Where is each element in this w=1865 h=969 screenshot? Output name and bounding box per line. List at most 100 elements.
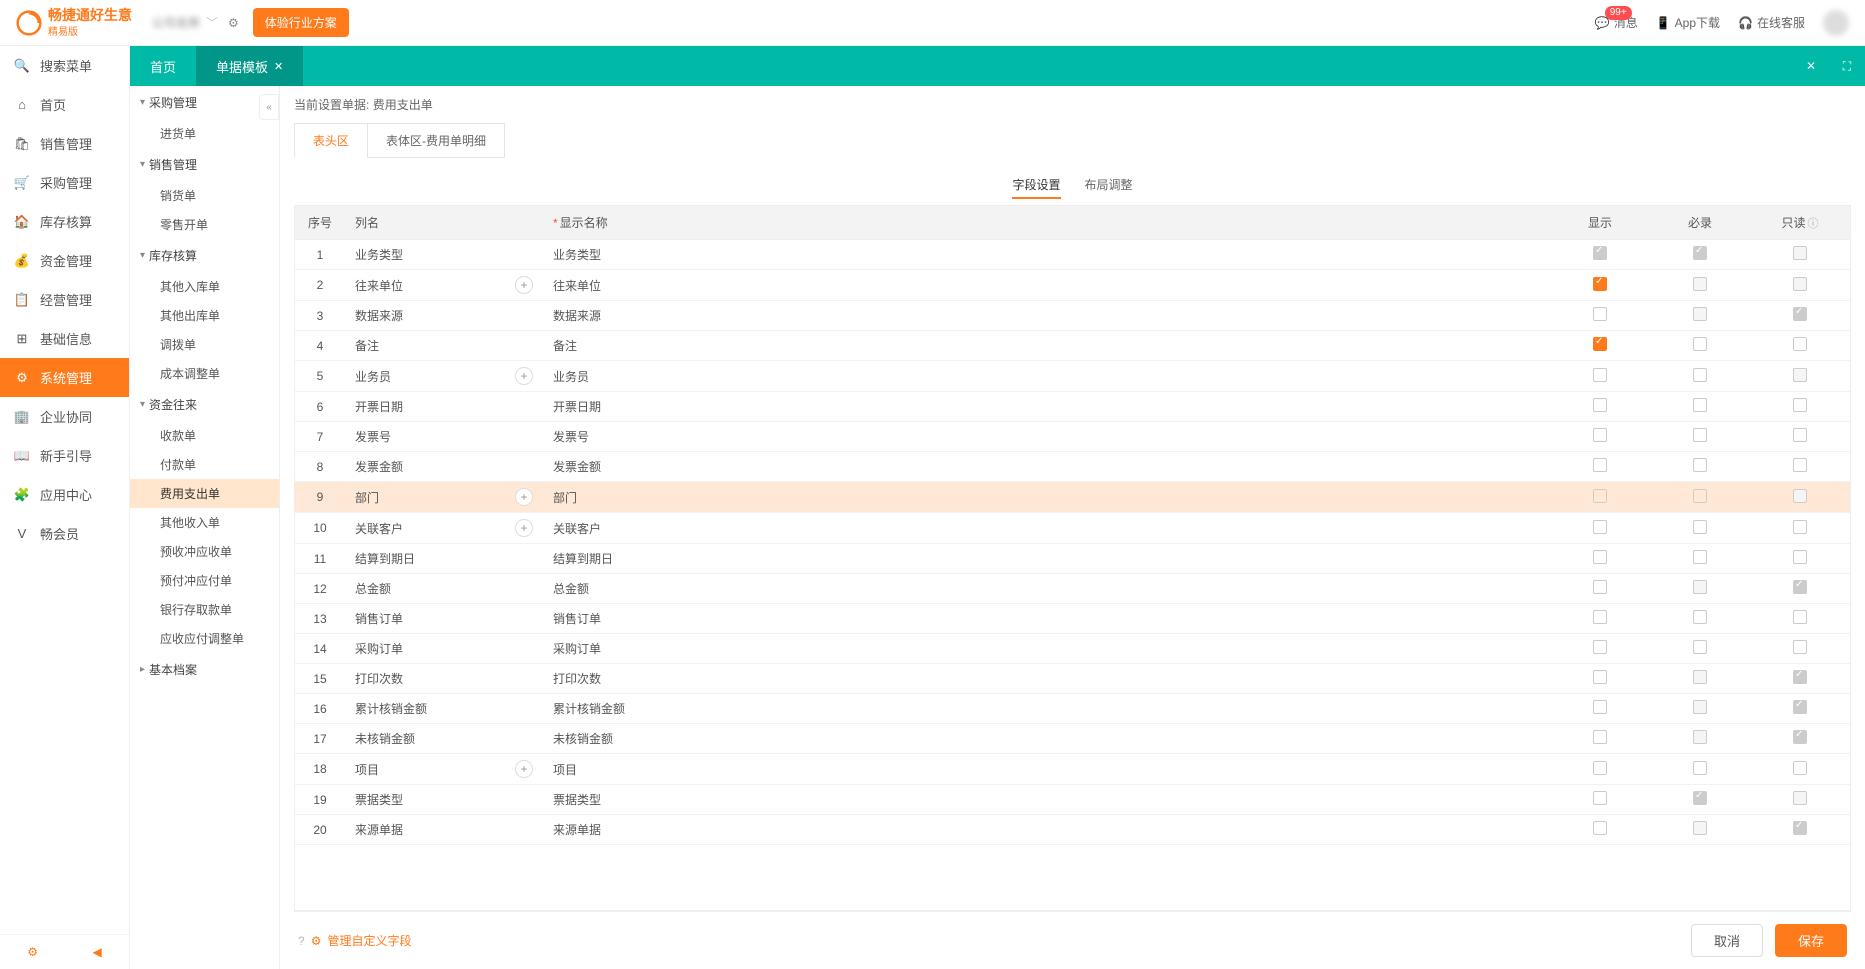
add-icon[interactable]: + <box>515 488 533 506</box>
checkbox[interactable] <box>1693 428 1707 442</box>
save-button[interactable]: 保存 <box>1775 924 1847 957</box>
tree-collapse-handle[interactable]: « <box>259 94 279 120</box>
try-industry-button[interactable]: 体验行业方案 <box>253 8 349 37</box>
checkbox[interactable] <box>1593 337 1607 351</box>
table-row[interactable]: 12总金额总金额 <box>295 574 1850 604</box>
rail-item-搜索菜单[interactable]: 🔍搜索菜单 <box>0 46 129 85</box>
cell-display-name[interactable]: 采购订单 <box>543 634 1550 664</box>
table-row[interactable]: 2往来单位+往来单位 <box>295 270 1850 301</box>
checkbox[interactable] <box>1793 428 1807 442</box>
tree-group-库存核算[interactable]: ▾库存核算 <box>130 239 279 272</box>
checkbox[interactable] <box>1593 670 1607 684</box>
online-service-button[interactable]: 🎧 在线客服 <box>1738 14 1805 31</box>
table-row[interactable]: 18项目+项目 <box>295 754 1850 785</box>
checkbox[interactable] <box>1593 640 1607 654</box>
checkbox[interactable] <box>1693 761 1707 775</box>
checkbox[interactable] <box>1693 368 1707 382</box>
checkbox[interactable] <box>1693 640 1707 654</box>
checkbox[interactable] <box>1593 730 1607 744</box>
card-tab-header-area[interactable]: 表头区 <box>294 123 368 158</box>
rail-item-新手引导[interactable]: 📖新手引导 <box>0 436 129 475</box>
checkbox[interactable] <box>1793 550 1807 564</box>
inner-tab-layout-adjust[interactable]: 布局调整 <box>1085 172 1133 199</box>
table-row[interactable]: 4备注备注 <box>295 331 1850 361</box>
checkbox[interactable] <box>1693 610 1707 624</box>
company-name[interactable]: 公司名称 <box>152 14 200 31</box>
checkbox[interactable] <box>1793 398 1807 412</box>
checkbox[interactable] <box>1693 398 1707 412</box>
rail-item-资金管理[interactable]: 💰资金管理 <box>0 241 129 280</box>
checkbox[interactable] <box>1693 458 1707 472</box>
fullscreen-icon[interactable]: ⛶ <box>1829 46 1865 86</box>
checkbox[interactable] <box>1793 640 1807 654</box>
rail-item-基础信息[interactable]: ⊞基础信息 <box>0 319 129 358</box>
tab-close-icon[interactable]: ✕ <box>274 60 283 73</box>
cell-display-name[interactable]: 来源单据 <box>543 815 1550 845</box>
checkbox[interactable] <box>1593 700 1607 714</box>
cell-display-name[interactable]: 备注 <box>543 331 1550 361</box>
tree-group-采购管理[interactable]: ▾采购管理 <box>130 86 279 119</box>
tree-item-付款单[interactable]: 付款单 <box>130 450 279 479</box>
add-icon[interactable]: + <box>515 519 533 537</box>
table-row[interactable]: 11结算到期日结算到期日 <box>295 544 1850 574</box>
add-icon[interactable]: + <box>515 760 533 778</box>
cell-display-name[interactable]: 部门 <box>543 482 1550 513</box>
tree-item-其他收入单[interactable]: 其他收入单 <box>130 508 279 537</box>
tabs-close-all-icon[interactable]: ✕ <box>1793 46 1829 86</box>
cell-display-name[interactable]: 业务员 <box>543 361 1550 392</box>
checkbox[interactable] <box>1793 520 1807 534</box>
checkbox[interactable] <box>1593 821 1607 835</box>
checkbox[interactable] <box>1593 550 1607 564</box>
tree-group-资金往来[interactable]: ▾资金往来 <box>130 388 279 421</box>
checkbox[interactable] <box>1593 791 1607 805</box>
tree-item-银行存取款单[interactable]: 银行存取款单 <box>130 595 279 624</box>
checkbox[interactable] <box>1693 489 1707 503</box>
tab-home[interactable]: 首页 <box>130 46 196 86</box>
checkbox[interactable] <box>1593 277 1607 291</box>
table-row[interactable]: 1业务类型业务类型 <box>295 240 1850 270</box>
readonly-help-icon[interactable]: ⓘ <box>1808 218 1819 230</box>
rail-item-企业协同[interactable]: 🏢企业协同 <box>0 397 129 436</box>
checkbox[interactable] <box>1593 761 1607 775</box>
checkbox[interactable] <box>1793 337 1807 351</box>
table-row[interactable]: 13销售订单销售订单 <box>295 604 1850 634</box>
cell-display-name[interactable]: 打印次数 <box>543 664 1550 694</box>
table-row[interactable]: 7发票号发票号 <box>295 422 1850 452</box>
tab-doc-template[interactable]: 单据模板 ✕ <box>196 46 303 86</box>
cell-display-name[interactable]: 结算到期日 <box>543 544 1550 574</box>
checkbox[interactable] <box>1593 368 1607 382</box>
tree-item-销货单[interactable]: 销货单 <box>130 181 279 210</box>
cell-display-name[interactable]: 未核销金额 <box>543 724 1550 754</box>
cell-display-name[interactable]: 发票号 <box>543 422 1550 452</box>
rail-collapse-icon[interactable]: ◀ <box>93 945 102 959</box>
user-avatar[interactable] <box>1823 10 1849 36</box>
settings-icon[interactable]: ⚙ <box>228 16 239 30</box>
tree-item-费用支出单[interactable]: 费用支出单 <box>130 479 279 508</box>
add-icon[interactable]: + <box>515 276 533 294</box>
table-row[interactable]: 20来源单据来源单据 <box>295 815 1850 845</box>
tree-item-应收应付调整单[interactable]: 应收应付调整单 <box>130 624 279 653</box>
checkbox[interactable] <box>1593 428 1607 442</box>
card-tab-body-area[interactable]: 表体区-费用单明细 <box>367 123 505 158</box>
cell-display-name[interactable]: 累计核销金额 <box>543 694 1550 724</box>
rail-item-库存核算[interactable]: 🏠库存核算 <box>0 202 129 241</box>
table-row[interactable]: 15打印次数打印次数 <box>295 664 1850 694</box>
cell-display-name[interactable]: 数据来源 <box>543 301 1550 331</box>
rail-item-应用中心[interactable]: 🧩应用中心 <box>0 475 129 514</box>
table-row[interactable]: 10关联客户+关联客户 <box>295 513 1850 544</box>
checkbox[interactable] <box>1693 550 1707 564</box>
cell-display-name[interactable]: 票据类型 <box>543 785 1550 815</box>
rail-item-首页[interactable]: ⌂首页 <box>0 85 129 124</box>
cell-display-name[interactable]: 开票日期 <box>543 392 1550 422</box>
cell-display-name[interactable]: 往来单位 <box>543 270 1550 301</box>
tree-item-调拨单[interactable]: 调拨单 <box>130 330 279 359</box>
cell-display-name[interactable]: 业务类型 <box>543 240 1550 270</box>
checkbox[interactable] <box>1593 458 1607 472</box>
table-row[interactable]: 17未核销金额未核销金额 <box>295 724 1850 754</box>
checkbox[interactable] <box>1793 610 1807 624</box>
cell-display-name[interactable]: 总金额 <box>543 574 1550 604</box>
tree-item-收款单[interactable]: 收款单 <box>130 421 279 450</box>
table-row[interactable]: 8发票金额发票金额 <box>295 452 1850 482</box>
checkbox[interactable] <box>1793 458 1807 472</box>
checkbox[interactable] <box>1593 580 1607 594</box>
